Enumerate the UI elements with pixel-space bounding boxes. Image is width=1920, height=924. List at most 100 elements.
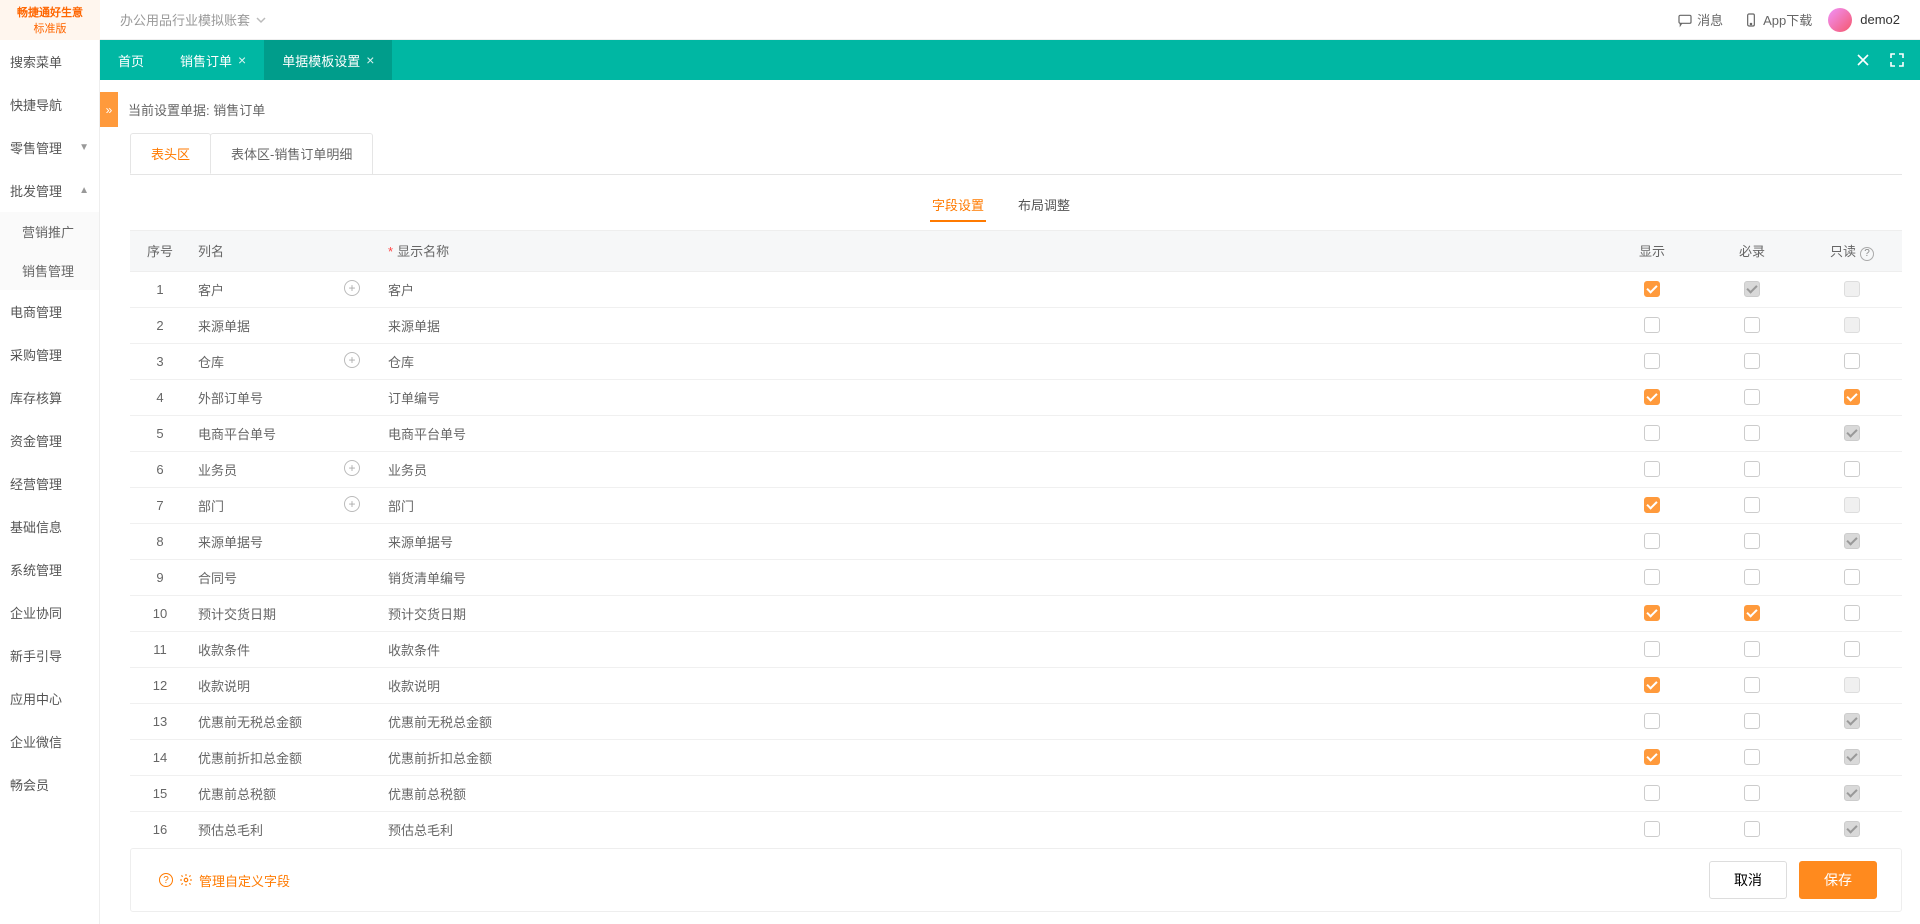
tab-close-icon[interactable]: × xyxy=(238,52,246,68)
sidebar-item[interactable]: 系统管理 xyxy=(0,548,99,591)
checkbox[interactable] xyxy=(1744,713,1760,729)
checkbox[interactable] xyxy=(1744,605,1760,621)
checkbox[interactable] xyxy=(1744,569,1760,585)
cancel-button[interactable]: 取消 xyxy=(1709,861,1787,899)
sidebar-item[interactable]: 快捷导航 xyxy=(0,83,99,126)
table-row[interactable]: 6 业务员+ 业务员 xyxy=(130,451,1902,487)
checkbox[interactable] xyxy=(1644,353,1660,369)
section-tab[interactable]: 表体区-销售订单明细 xyxy=(210,133,373,174)
table-row[interactable]: 12 收款说明 收款说明 xyxy=(130,667,1902,703)
checkbox[interactable] xyxy=(1744,317,1760,333)
cell-display[interactable]: 收款说明 xyxy=(380,667,1602,703)
collapse-toggle[interactable]: » xyxy=(100,92,118,127)
page-tab[interactable]: 单据模板设置× xyxy=(264,40,392,80)
mid-tab[interactable]: 布局调整 xyxy=(1016,189,1072,222)
fields-table-wrap[interactable]: 序号 列名 *显示名称 显示 必录 只读? 1 客户+ 客户 2 来源单据 来源… xyxy=(130,230,1902,840)
table-row[interactable]: 4 外部订单号 订单编号 xyxy=(130,379,1902,415)
cell-display[interactable]: 仓库 xyxy=(380,343,1602,379)
checkbox[interactable] xyxy=(1844,461,1860,477)
sidebar-item[interactable]: 资金管理 xyxy=(0,419,99,462)
checkbox[interactable] xyxy=(1744,749,1760,765)
checkbox[interactable] xyxy=(1644,605,1660,621)
checkbox[interactable] xyxy=(1644,389,1660,405)
checkbox[interactable] xyxy=(1644,533,1660,549)
help-icon[interactable]: ? xyxy=(1860,247,1874,261)
table-row[interactable]: 2 来源单据 来源单据 xyxy=(130,307,1902,343)
checkbox[interactable] xyxy=(1744,425,1760,441)
checkbox[interactable] xyxy=(1644,821,1660,837)
checkbox[interactable] xyxy=(1644,569,1660,585)
cell-display[interactable]: 优惠前总税额 xyxy=(380,775,1602,811)
checkbox[interactable] xyxy=(1644,785,1660,801)
add-icon[interactable]: + xyxy=(344,352,360,368)
table-row[interactable]: 3 仓库+ 仓库 xyxy=(130,343,1902,379)
manage-custom-fields-link[interactable]: ? 管理自定义字段 xyxy=(155,871,290,890)
account-selector[interactable]: 办公用品行业模拟账套 xyxy=(120,10,266,29)
close-all-tabs-button[interactable] xyxy=(1846,40,1880,80)
messages-link[interactable]: 消息 xyxy=(1677,10,1723,29)
sidebar-item[interactable]: 搜索菜单 xyxy=(0,40,99,83)
checkbox[interactable] xyxy=(1744,785,1760,801)
table-row[interactable]: 8 来源单据号 来源单据号 xyxy=(130,523,1902,559)
table-row[interactable]: 15 优惠前总税额 优惠前总税额 xyxy=(130,775,1902,811)
sidebar-sub-item[interactable]: 销售管理 xyxy=(0,251,99,290)
checkbox[interactable] xyxy=(1644,281,1660,297)
table-row[interactable]: 9 合同号 销货清单编号 xyxy=(130,559,1902,595)
sidebar-item[interactable]: 电商管理 xyxy=(0,290,99,333)
sidebar-item[interactable]: 库存核算 xyxy=(0,376,99,419)
section-tab[interactable]: 表头区 xyxy=(130,133,211,174)
checkbox[interactable] xyxy=(1844,389,1860,405)
sidebar-item[interactable]: 畅会员 xyxy=(0,763,99,806)
checkbox[interactable] xyxy=(1844,605,1860,621)
mid-tab[interactable]: 字段设置 xyxy=(930,189,986,222)
sidebar-item[interactable]: 基础信息 xyxy=(0,505,99,548)
sidebar-item[interactable]: 新手引导 xyxy=(0,634,99,677)
sidebar-item[interactable]: 经营管理 xyxy=(0,462,99,505)
checkbox[interactable] xyxy=(1744,389,1760,405)
cell-display[interactable]: 电商平台单号 xyxy=(380,415,1602,451)
tab-close-icon[interactable]: × xyxy=(366,52,374,68)
checkbox[interactable] xyxy=(1644,713,1660,729)
cell-display[interactable]: 优惠前无税总金额 xyxy=(380,703,1602,739)
page-tab[interactable]: 销售订单× xyxy=(162,40,264,80)
cell-display[interactable]: 订单编号 xyxy=(380,379,1602,415)
checkbox[interactable] xyxy=(1744,533,1760,549)
sidebar-sub-item[interactable]: 营销推广 xyxy=(0,212,99,251)
save-button[interactable]: 保存 xyxy=(1799,861,1877,899)
cell-display[interactable]: 销货清单编号 xyxy=(380,559,1602,595)
cell-display[interactable]: 业务员 xyxy=(380,451,1602,487)
checkbox[interactable] xyxy=(1644,317,1660,333)
checkbox[interactable] xyxy=(1744,641,1760,657)
table-row[interactable]: 14 优惠前折扣总金额 优惠前折扣总金额 xyxy=(130,739,1902,775)
cell-display[interactable]: 预估总毛利 xyxy=(380,811,1602,840)
fullscreen-button[interactable] xyxy=(1880,40,1914,80)
checkbox[interactable] xyxy=(1844,353,1860,369)
cell-display[interactable]: 收款条件 xyxy=(380,631,1602,667)
app-download-link[interactable]: App下载 xyxy=(1743,10,1812,29)
add-icon[interactable]: + xyxy=(344,280,360,296)
cell-display[interactable]: 优惠前折扣总金额 xyxy=(380,739,1602,775)
sidebar-item[interactable]: 企业微信 xyxy=(0,720,99,763)
table-row[interactable]: 10 预计交货日期 预计交货日期 xyxy=(130,595,1902,631)
checkbox[interactable] xyxy=(1644,425,1660,441)
sidebar-item[interactable]: 企业协同 xyxy=(0,591,99,634)
checkbox[interactable] xyxy=(1744,353,1760,369)
logo[interactable]: 畅捷通好生意 标准版 xyxy=(0,0,100,40)
sidebar-item[interactable]: 应用中心 xyxy=(0,677,99,720)
table-row[interactable]: 5 电商平台单号 电商平台单号 xyxy=(130,415,1902,451)
avatar[interactable] xyxy=(1828,8,1852,32)
checkbox[interactable] xyxy=(1644,641,1660,657)
username-label[interactable]: demo2 xyxy=(1860,12,1900,27)
checkbox[interactable] xyxy=(1844,569,1860,585)
checkbox[interactable] xyxy=(1744,821,1760,837)
sidebar-item[interactable]: 批发管理▲ xyxy=(0,169,99,212)
cell-display[interactable]: 来源单据 xyxy=(380,307,1602,343)
checkbox[interactable] xyxy=(1744,497,1760,513)
add-icon[interactable]: + xyxy=(344,460,360,476)
sidebar-item[interactable]: 零售管理▼ xyxy=(0,126,99,169)
sidebar-item[interactable]: 采购管理 xyxy=(0,333,99,376)
cell-display[interactable]: 客户 xyxy=(380,271,1602,307)
cell-display[interactable]: 部门 xyxy=(380,487,1602,523)
add-icon[interactable]: + xyxy=(344,496,360,512)
table-row[interactable]: 11 收款条件 收款条件 xyxy=(130,631,1902,667)
